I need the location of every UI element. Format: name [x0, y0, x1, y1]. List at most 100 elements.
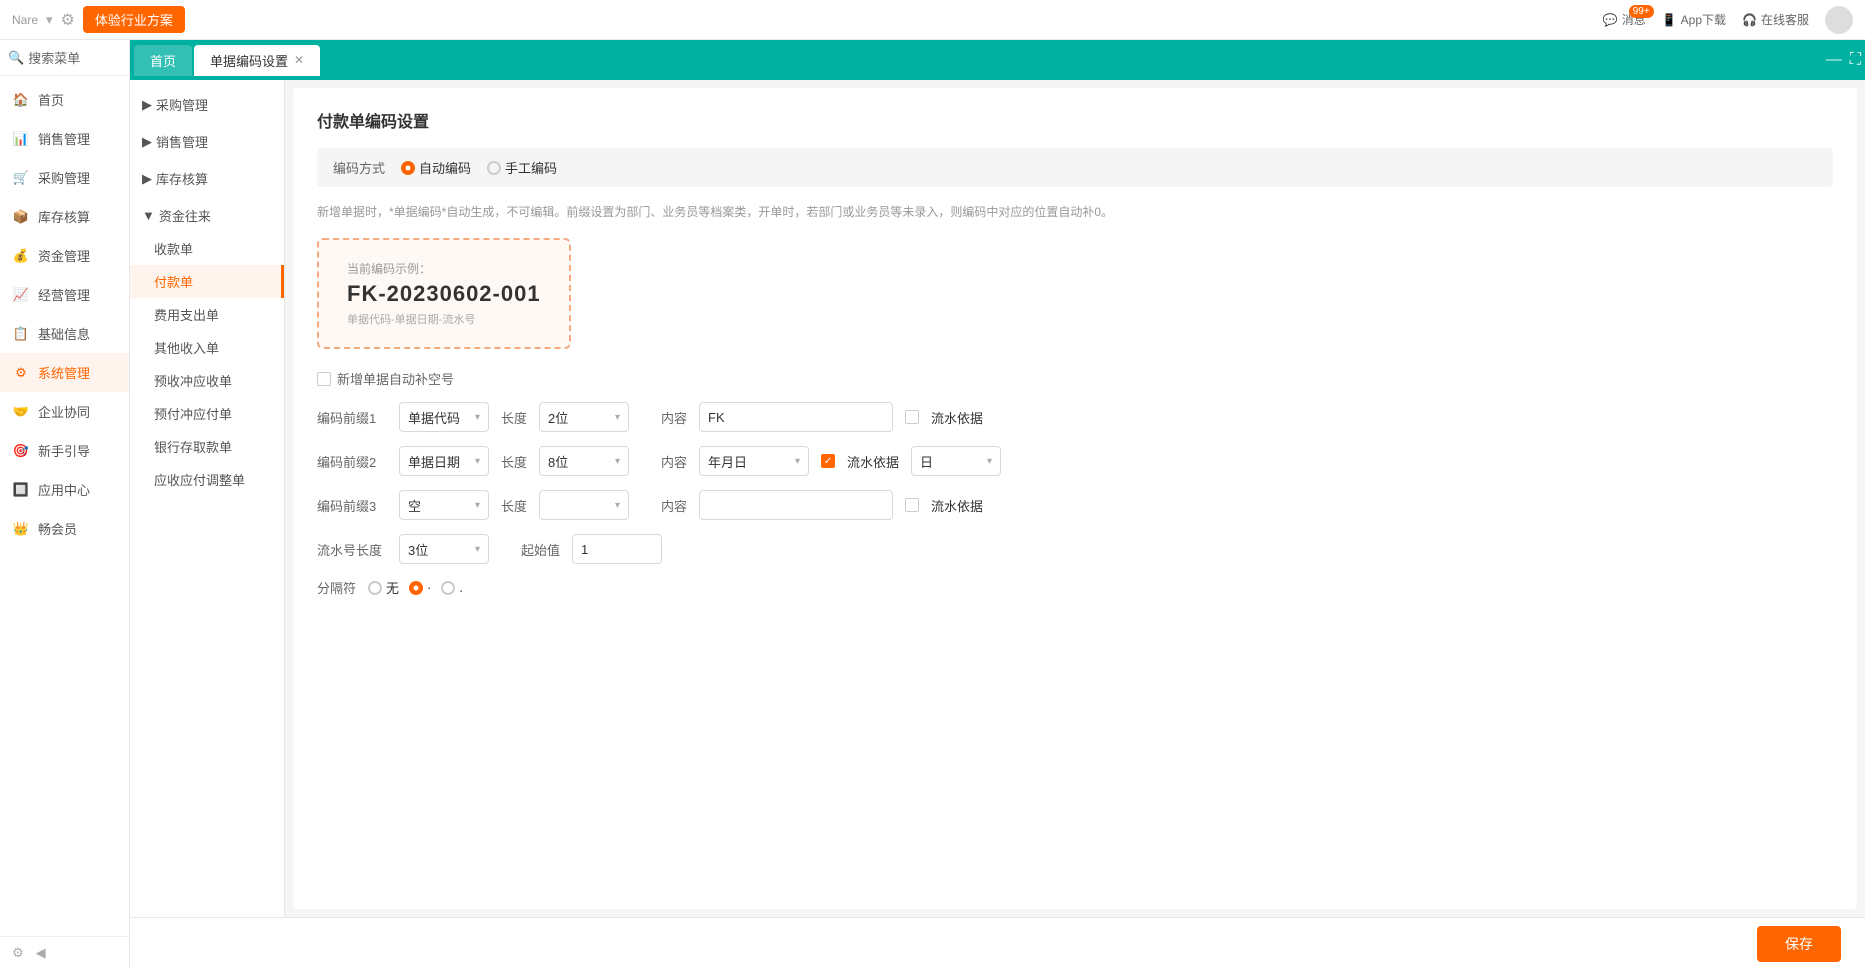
nav-arrows[interactable]: ▾ [46, 12, 53, 28]
subnav-group-sales-title[interactable]: ▶ 销售管理 [130, 125, 284, 158]
content3-input[interactable] [699, 490, 893, 520]
sidebar-item-purchase[interactable]: 🛒 采购管理 [0, 158, 129, 197]
subnav-item-adjustment[interactable]: 应收应付调整单 [130, 463, 284, 496]
auto-code-radio[interactable] [401, 161, 415, 175]
sidebar-item-operations[interactable]: 📈 经营管理 [0, 275, 129, 314]
sidebar-item-guide[interactable]: 🎯 新手引导 [0, 431, 129, 470]
manual-code-option[interactable]: 手工编码 [487, 158, 557, 177]
sidebar-item-inventory[interactable]: 📦 库存核算 [0, 197, 129, 236]
serial-length-label: 流水号长度 [317, 540, 387, 559]
prefix3-label: 编码前缀3 [317, 496, 387, 515]
subnav-item-bank[interactable]: 银行存取款单 [130, 430, 284, 463]
user-avatar[interactable] [1825, 6, 1853, 34]
subnav-group-purchase: ▶ 采购管理 [130, 88, 284, 121]
sidebar-item-finance[interactable]: 💰 资金管理 [0, 236, 129, 275]
subnav-item-payment[interactable]: 付款单 [130, 265, 284, 298]
stream2-checkbox[interactable]: ✓ [821, 454, 835, 468]
app-download-button[interactable]: 📱 App下载 [1662, 11, 1726, 28]
sep-none-label: 无 [386, 578, 399, 597]
length2-arrow: ▾ [615, 456, 620, 467]
online-service-button[interactable]: 🎧 在线客服 [1742, 11, 1809, 28]
sidebar-search[interactable]: 🔍 搜索菜单 [0, 40, 129, 76]
length3-arrow: ▾ [615, 500, 620, 511]
auto-code-option[interactable]: 自动编码 [401, 158, 471, 177]
sidebar-item-guide-label: 新手引导 [38, 441, 90, 460]
content2-select[interactable]: 年月日 ▾ [699, 446, 809, 476]
serial-length-select[interactable]: 3位 ▾ [399, 534, 489, 564]
stream1-checkbox[interactable] [905, 410, 919, 424]
start-value-label: 起始值 [521, 540, 560, 559]
prefix2-label: 编码前缀2 [317, 452, 387, 471]
content-area: ▶ 采购管理 ▶ 销售管理 ▶ 库存核算 [130, 80, 1865, 917]
sep-dash-radio[interactable] [441, 581, 455, 595]
subnav-group-inventory-title[interactable]: ▶ 库存核算 [130, 162, 284, 195]
sidebar-item-system[interactable]: ⚙ 系统管理 [0, 353, 129, 392]
content3-label: 内容 [661, 496, 687, 515]
tab-home-label: 首页 [150, 51, 176, 70]
sep-none-option[interactable]: 无 [368, 578, 399, 597]
settings-icon[interactable]: ⚙ [61, 10, 75, 30]
sidebar-item-apps[interactable]: 🔲 应用中心 [0, 470, 129, 509]
sep-dot-radio[interactable] [409, 581, 423, 595]
subnav-item-expense[interactable]: 费用支出单 [130, 298, 284, 331]
tab-close-icon[interactable]: ✕ [294, 53, 304, 67]
coding-method-label: 编码方式 [333, 158, 385, 177]
subnav-item-pre-payment[interactable]: 预付冲应付单 [130, 397, 284, 430]
length1-select[interactable]: 2位 ▾ [539, 402, 629, 432]
chevron-right-icon3: ▶ [142, 171, 152, 187]
manual-code-label: 手工编码 [505, 158, 557, 177]
stream3-checkbox[interactable] [905, 498, 919, 512]
sidebar-settings-icon[interactable]: ⚙ [12, 945, 24, 961]
subnav-item-pre-collection[interactable]: 预收冲应收单 [130, 364, 284, 397]
sep-none-radio[interactable] [368, 581, 382, 595]
subnav-group-purchase-title[interactable]: ▶ 采购管理 [130, 88, 284, 121]
tab-bar-right: — ⛶ [1826, 51, 1861, 69]
length3-select[interactable]: ▾ [539, 490, 629, 520]
tab-maximize-icon[interactable]: ⛶ [1850, 51, 1861, 69]
sidebar-item-member[interactable]: 👑 畅会员 [0, 509, 129, 548]
prefix-row-2: 编码前缀2 单据日期 ▾ 长度 8位 ▾ 内容 年月日 ▾ ✓ [317, 446, 1833, 476]
sidebar-item-home[interactable]: 🏠 首页 [0, 80, 129, 119]
subnav-item-other-income[interactable]: 其他收入单 [130, 331, 284, 364]
messages-button[interactable]: 💬 消息 99+ [1603, 11, 1646, 28]
sidebar-nav: 🏠 首页 📊 销售管理 🛒 采购管理 📦 库存核算 💰 资金管理 📈 经 [0, 76, 129, 936]
sep-dash-option[interactable]: . [441, 580, 463, 595]
separator-label: 分隔符 [317, 578, 356, 597]
auto-fill-checkbox[interactable] [317, 372, 331, 386]
sidebar-item-cooperation[interactable]: 🤝 企业协同 [0, 392, 129, 431]
app-layout: 🔍 搜索菜单 🏠 首页 📊 销售管理 🛒 采购管理 📦 库存核算 💰 [0, 40, 1865, 969]
subnav-group-capital-title[interactable]: ▼ 资金往来 [130, 199, 284, 232]
manual-code-radio[interactable] [487, 161, 501, 175]
tab-serial-setting[interactable]: 单据编码设置 ✕ [194, 45, 320, 76]
member-icon: 👑 [12, 520, 30, 538]
content2-arrow: ▾ [795, 456, 800, 467]
save-button[interactable]: 保存 [1757, 926, 1841, 962]
prefix1-select[interactable]: 单据代码 ▾ [399, 402, 489, 432]
bottom-bar: 保存 [130, 917, 1865, 969]
sidebar-collapse-icon[interactable]: ◀ [36, 945, 46, 961]
sidebar-item-basic-label: 基础信息 [38, 324, 90, 343]
prefix3-select[interactable]: 空 ▾ [399, 490, 489, 520]
length2-select[interactable]: 8位 ▾ [539, 446, 629, 476]
sidebar-item-finance-label: 资金管理 [38, 246, 90, 265]
prefix2-select[interactable]: 单据日期 ▾ [399, 446, 489, 476]
auto-fill-row: 新增单据自动补空号 [317, 369, 1833, 388]
trial-button[interactable]: 体验行业方案 [83, 6, 185, 33]
subnav-item-receipt[interactable]: 收款单 [130, 232, 284, 265]
tab-minimize-icon[interactable]: — [1826, 51, 1842, 69]
stream2-label: 流水依据 [847, 452, 899, 471]
top-bar-right: 💬 消息 99+ 📱 App下载 🎧 在线客服 [1603, 6, 1853, 34]
day-select[interactable]: 日 ▾ [911, 446, 1001, 476]
sidebar-item-sales[interactable]: 📊 销售管理 [0, 119, 129, 158]
start-value-input[interactable] [572, 534, 662, 564]
search-icon: 🔍 [8, 50, 24, 66]
day-arrow: ▾ [987, 456, 992, 467]
tab-home[interactable]: 首页 [134, 45, 192, 76]
auto-code-label: 自动编码 [419, 158, 471, 177]
sep-dot-option[interactable]: · [409, 580, 431, 595]
sidebar-item-basic[interactable]: 📋 基础信息 [0, 314, 129, 353]
chevron-down-icon: ▼ [142, 208, 155, 223]
content1-input[interactable] [699, 402, 893, 432]
sidebar-item-member-label: 畅会员 [38, 519, 77, 538]
content2-label: 内容 [661, 452, 687, 471]
